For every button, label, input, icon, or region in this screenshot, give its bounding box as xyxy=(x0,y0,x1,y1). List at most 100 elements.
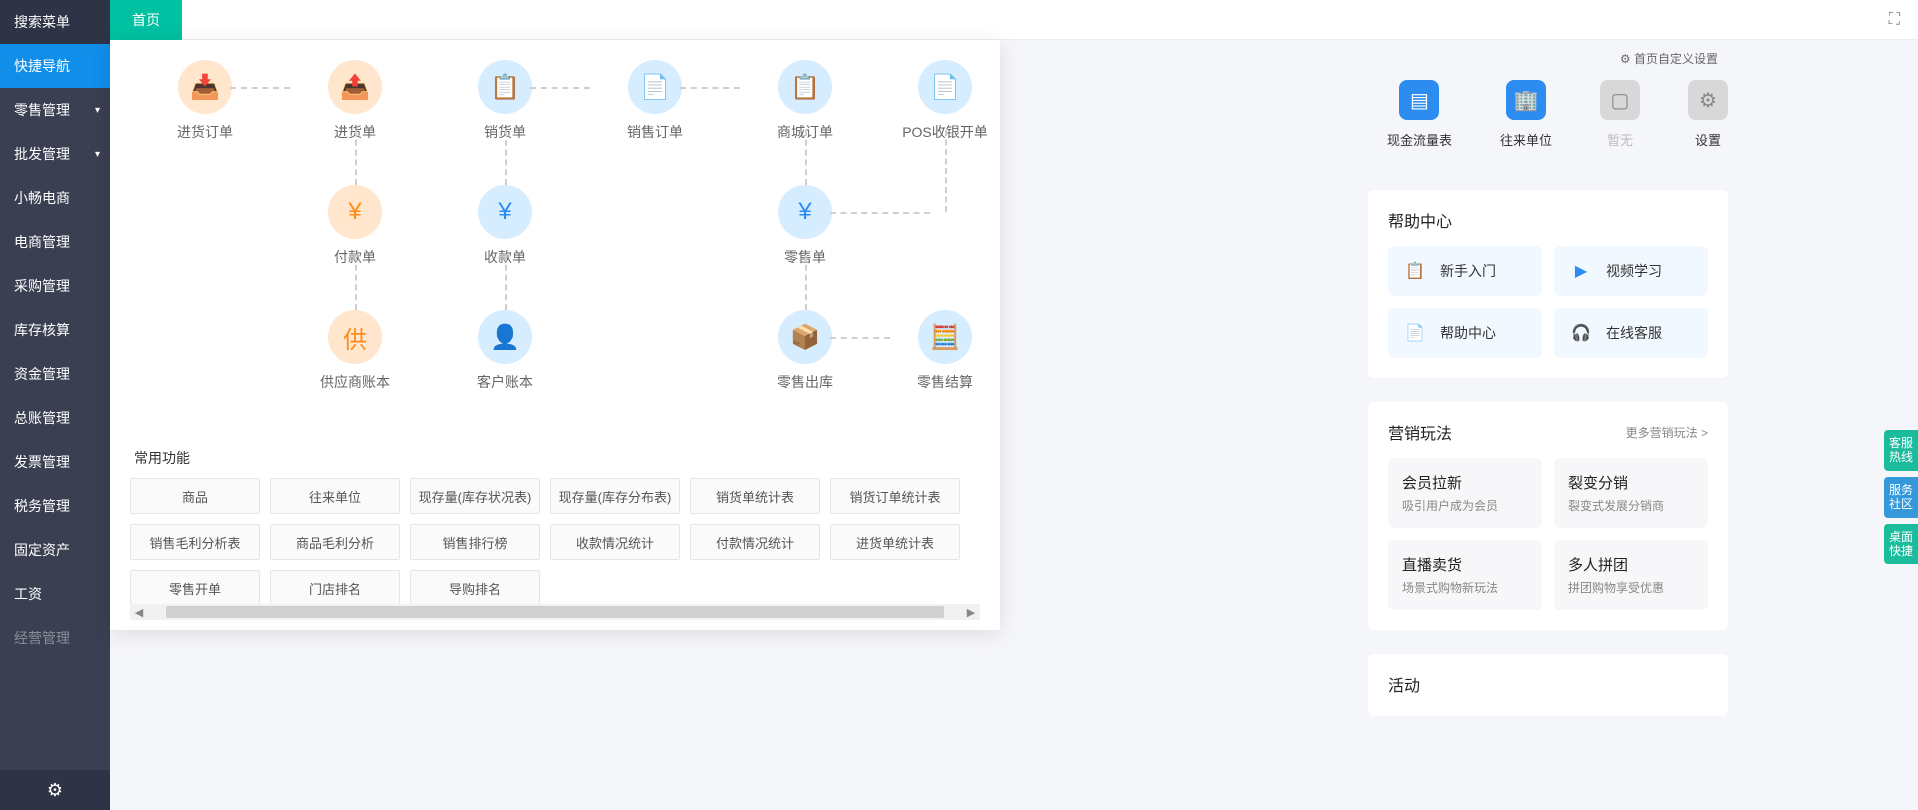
promo-fission[interactable]: 裂变分销裂变式发展分销商 xyxy=(1554,458,1708,528)
quick-item-settings[interactable]: ⚙ 设置 xyxy=(1688,80,1728,149)
common-btn[interactable]: 现存量(库存状况表) xyxy=(410,478,540,514)
connector xyxy=(830,337,890,339)
sidebar-settings-gear[interactable]: ⚙ xyxy=(0,770,110,810)
quick-item-empty[interactable]: ▢ 暂无 xyxy=(1600,80,1640,149)
common-section: 常用功能 商品 往来单位 现存量(库存状况表) 现存量(库存分布表) 销货单统计… xyxy=(130,448,980,606)
flow-diagram: 📥进货订单 📤进货单 📋销货单 📄销售订单 📋商城订单 📄POS收银开单 ¥付款… xyxy=(130,60,980,440)
common-btn[interactable]: 销售排行榜 xyxy=(410,524,540,560)
node-label: 零售出库 xyxy=(777,372,833,392)
sidebar-item-tax[interactable]: 税务管理 xyxy=(0,484,110,528)
rtag-desktop[interactable]: 桌面快捷 xyxy=(1884,524,1918,565)
sidebar-search[interactable]: 搜索菜单 xyxy=(0,0,110,44)
node-supplier-ledger[interactable]: 供供应商账本 xyxy=(280,310,430,392)
promo-sub: 吸引用户成为会员 xyxy=(1402,497,1528,514)
report-icon: ▤ xyxy=(1399,80,1439,120)
promo-live[interactable]: 直播卖货场景式购物新玩法 xyxy=(1388,540,1542,610)
popup-horizontal-scrollbar[interactable]: ◀ ▶ xyxy=(130,604,980,620)
sidebar-item-ledger[interactable]: 总账管理 xyxy=(0,396,110,440)
common-btn-label: 商品毛利分析 xyxy=(296,533,374,552)
fullscreen-icon[interactable]: ⛶ xyxy=(1871,11,1918,29)
topbar: 首页 ⛶ xyxy=(110,0,1918,40)
common-btn[interactable]: 付款情况统计 xyxy=(690,524,820,560)
scrollbar-thumb[interactable] xyxy=(166,606,944,618)
common-btn-label: 导购排名 xyxy=(449,579,501,598)
sidebar-item-business[interactable]: 经营管理 xyxy=(0,616,110,660)
help-item-support[interactable]: 🎧在线客服 xyxy=(1554,308,1708,358)
common-btn[interactable]: 商品 xyxy=(130,478,260,514)
rtag-label: 服务社区 xyxy=(1889,483,1913,511)
rtag-community[interactable]: 服务社区 xyxy=(1884,477,1918,518)
node-retail-out[interactable]: 📦零售出库 xyxy=(730,310,880,392)
common-btn-label: 销售排行榜 xyxy=(442,533,507,552)
common-btn[interactable]: 门店排名 xyxy=(270,570,400,606)
common-btn-label: 进货单统计表 xyxy=(856,533,934,552)
sidebar-item-wholesale[interactable]: 批发管理 ▾ xyxy=(0,132,110,176)
help-item-help[interactable]: 📄帮助中心 xyxy=(1388,308,1542,358)
node-sales-order[interactable]: 📄 销售订单 xyxy=(580,60,730,142)
list-icon: 📋 xyxy=(778,60,832,114)
book-icon: 供 xyxy=(328,310,382,364)
custom-setting-label: 首页自定义设置 xyxy=(1634,52,1718,66)
node-label: 销售订单 xyxy=(627,122,683,142)
common-btn[interactable]: 收款情况统计 xyxy=(550,524,680,560)
sidebar-item-label: 固定资产 xyxy=(14,540,70,560)
common-title: 常用功能 xyxy=(134,448,980,468)
quick-item-cashflow[interactable]: ▤ 现金流量表 xyxy=(1387,80,1452,149)
sidebar-item-quicknav[interactable]: 快捷导航 xyxy=(0,44,110,88)
tab-home[interactable]: 首页 xyxy=(110,0,182,40)
common-btn[interactable]: 导购排名 xyxy=(410,570,540,606)
promo-member[interactable]: 会员拉新吸引用户成为会员 xyxy=(1388,458,1542,528)
sidebar-item-inventory[interactable]: 库存核算 xyxy=(0,308,110,352)
common-btn[interactable]: 进货单统计表 xyxy=(830,524,960,560)
connector xyxy=(805,255,807,310)
sidebar-item-assets[interactable]: 固定资产 xyxy=(0,528,110,572)
sidebar-item-xcec[interactable]: 小畅电商 xyxy=(0,176,110,220)
sidebar-item-funds[interactable]: 资金管理 xyxy=(0,352,110,396)
help-item-video[interactable]: ▶视频学习 xyxy=(1554,246,1708,296)
common-btn-label: 门店排名 xyxy=(309,579,361,598)
card-title-text: 活动 xyxy=(1388,672,1420,696)
doc-icon: 📄 xyxy=(628,60,682,114)
home-custom-setting[interactable]: ⚙ 首页自定义设置 xyxy=(1620,50,1718,67)
quick-item-contacts[interactable]: 🏢 往来单位 xyxy=(1500,80,1552,149)
promo-group[interactable]: 多人拼团拼团购物享受优惠 xyxy=(1554,540,1708,610)
sidebar-item-retail[interactable]: 零售管理 ▾ xyxy=(0,88,110,132)
connector xyxy=(945,130,947,212)
common-btn[interactable]: 销货订单统计表 xyxy=(830,478,960,514)
node-customer-ledger[interactable]: 👤客户账本 xyxy=(430,310,580,392)
common-btn-label: 商品 xyxy=(182,487,208,506)
common-btn[interactable]: 销货单统计表 xyxy=(690,478,820,514)
gear-icon: ⚙ xyxy=(1620,52,1631,66)
common-btn[interactable]: 商品毛利分析 xyxy=(270,524,400,560)
rtag-hotline[interactable]: 客服热线 xyxy=(1884,430,1918,471)
sidebar-item-label: 采购管理 xyxy=(14,276,70,296)
sidebar-item-salary[interactable]: 工资 xyxy=(0,572,110,616)
connector xyxy=(505,255,507,310)
scroll-left-icon[interactable]: ◀ xyxy=(130,606,148,619)
clipboard-icon: 📋 xyxy=(1402,258,1428,284)
connector xyxy=(355,130,357,185)
common-btn-label: 零售开单 xyxy=(169,579,221,598)
gear-icon: ⚙ xyxy=(47,780,63,801)
scroll-right-icon[interactable]: ▶ xyxy=(962,606,980,619)
connector xyxy=(805,130,807,185)
common-btn[interactable]: 往来单位 xyxy=(270,478,400,514)
help-item-guide[interactable]: 📋新手入门 xyxy=(1388,246,1542,296)
common-btn-label: 销售毛利分析表 xyxy=(149,533,240,552)
node-retail-settle[interactable]: 🧮零售结算 xyxy=(870,310,1020,392)
marketing-more-link[interactable]: 更多营销玩法 > xyxy=(1626,424,1708,441)
common-btn[interactable]: 零售开单 xyxy=(130,570,260,606)
rtag-label: 客服热线 xyxy=(1889,436,1913,464)
node-label: 零售结算 xyxy=(917,372,973,392)
sidebar-item-purchase[interactable]: 采购管理 xyxy=(0,264,110,308)
common-btn[interactable]: 现存量(库存分布表) xyxy=(550,478,680,514)
money-icon: ¥ xyxy=(778,185,832,239)
doc-in-icon: 📥 xyxy=(178,60,232,114)
user-icon: 👤 xyxy=(478,310,532,364)
sidebar-item-ecommerce[interactable]: 电商管理 xyxy=(0,220,110,264)
node-purchase-order[interactable]: 📥进货订单 xyxy=(130,60,280,142)
list-icon: 📋 xyxy=(478,60,532,114)
common-btn[interactable]: 销售毛利分析表 xyxy=(130,524,260,560)
sidebar-item-invoice[interactable]: 发票管理 xyxy=(0,440,110,484)
card-activity: 活动 xyxy=(1368,654,1728,716)
